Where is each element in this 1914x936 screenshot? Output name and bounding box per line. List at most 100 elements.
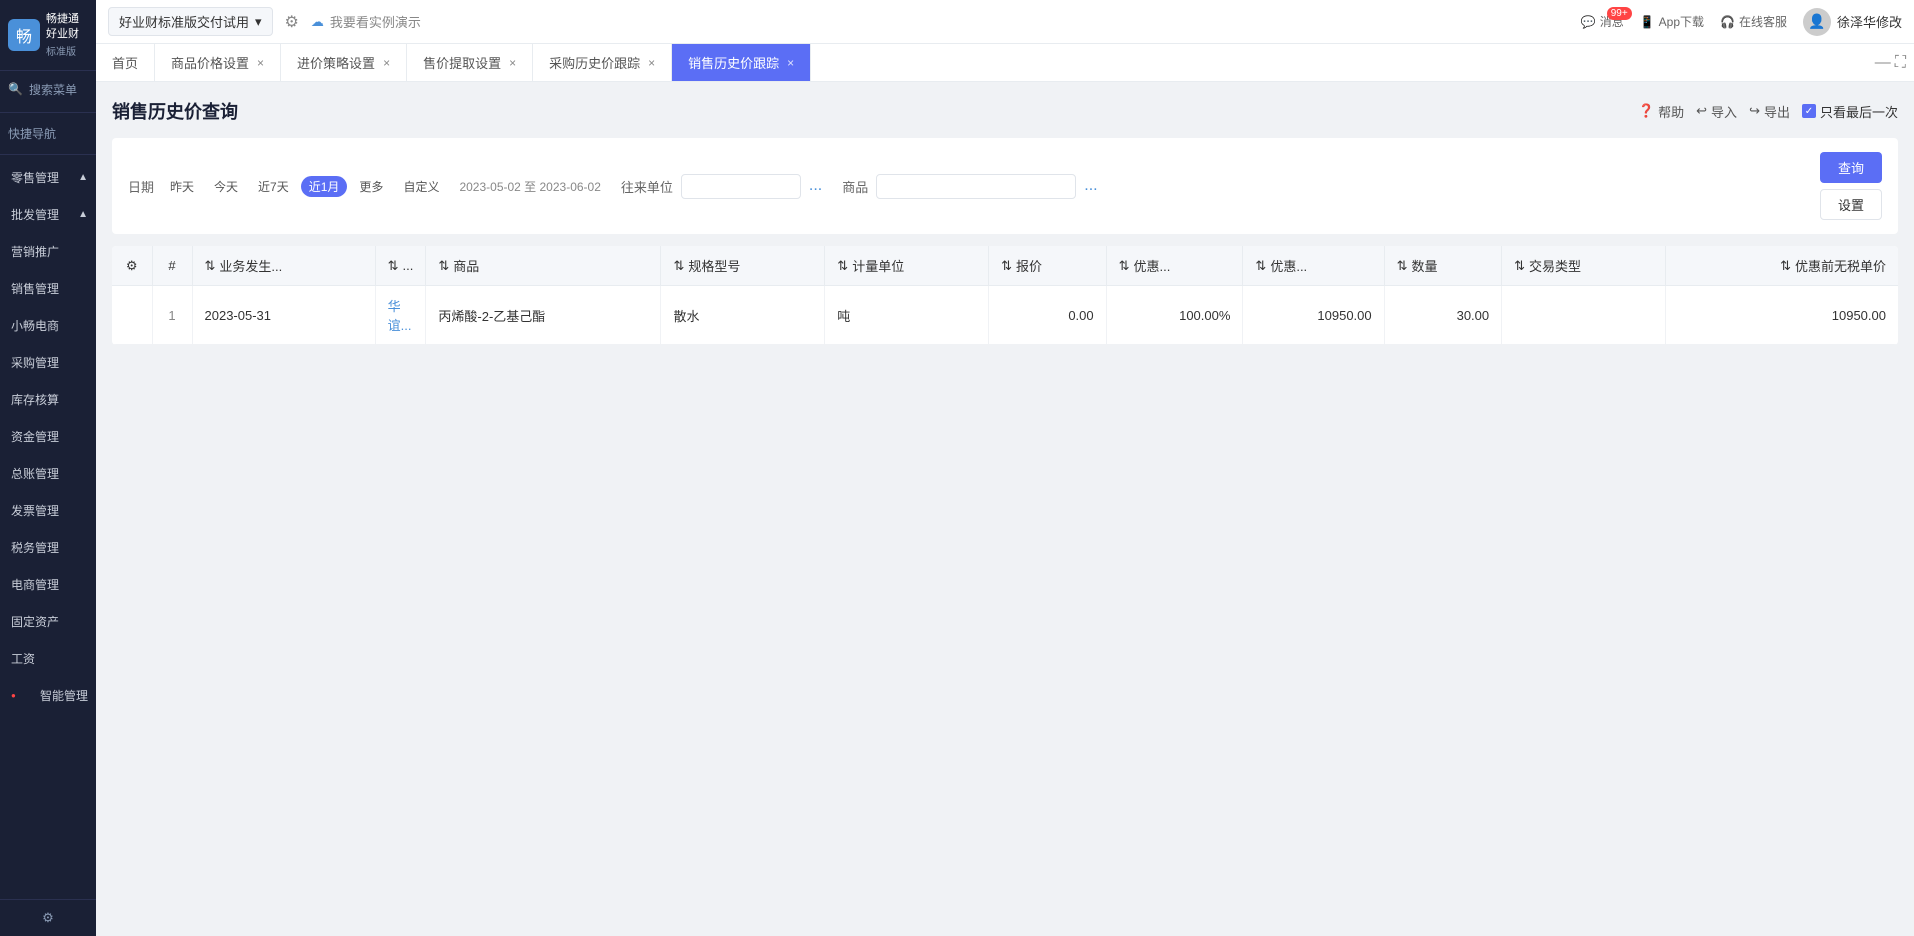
last-only-checkbox[interactable]: ✓ 只看最后一次 [1802,102,1898,121]
help-icon: ❓ [1638,103,1654,119]
sidebar-item-purchase[interactable]: 采购管理 [0,344,96,381]
col-price[interactable]: ⇅ 报价 [989,246,1107,286]
col-qty[interactable]: ⇅ 数量 [1384,246,1502,286]
sidebar-item-ecommerce-small[interactable]: 小畅电商 [0,307,96,344]
col-discount1-label: 优惠... [1134,256,1171,275]
demo-button[interactable]: ☁ 我要看实例演示 [311,12,421,31]
app-download-button[interactable]: 📱 App下载 [1640,13,1704,30]
col-dots[interactable]: ⇅ ... [375,246,426,286]
tab-price-extract[interactable]: 售价提取设置 × [407,44,533,82]
sidebar-item-label-invoice: 发票管理 [11,502,59,519]
row-num-cell: 1 [152,286,192,345]
export-button[interactable]: ↪ 导出 [1749,102,1790,121]
phone-icon: 📱 [1640,15,1655,29]
col-discount1-sort-icon: ⇅ [1119,258,1130,274]
row-bizdate-cell: 2023-05-31 [192,286,375,345]
sidebar-item-inventory[interactable]: 库存核算 [0,381,96,418]
chevron-retail-icon: ▲ [78,172,88,183]
col-unit[interactable]: ⇅ 计量单位 [825,246,989,286]
tab-price-close[interactable]: × [257,56,264,70]
tab-purchase-strategy-close[interactable]: × [383,56,390,70]
col-discount2[interactable]: ⇅ 优惠... [1243,246,1384,286]
tab-sales-history-close[interactable]: × [787,56,794,70]
col-qty-label: 数量 [1412,256,1438,275]
sidebar-item-label-tax: 税务管理 [11,539,59,556]
row-qty-cell: 30.00 [1384,286,1502,345]
col-gear[interactable]: ⚙ [112,246,152,286]
sidebar-item-marketing[interactable]: 营销推广 [0,233,96,270]
col-product[interactable]: ⇅ 商品 [426,246,661,286]
tab-sales-history-label: 销售历史价跟踪 [688,53,779,72]
sidebar-quicknav[interactable]: 快捷导航 [0,117,96,150]
help-button[interactable]: ❓ 帮助 [1638,102,1684,121]
sidebar-item-salary[interactable]: 工资 [0,640,96,677]
tab-sales-history[interactable]: 销售历史价跟踪 × [672,44,811,82]
tab-purchase-history-close[interactable]: × [648,56,655,70]
sidebar-item-ecommerce[interactable]: 电商管理 [0,566,96,603]
page-title: 销售历史价查询 [112,98,238,124]
query-button[interactable]: 查询 [1820,152,1882,183]
col-discount1[interactable]: ⇅ 优惠... [1106,246,1243,286]
date-opt-more[interactable]: 更多 [351,176,391,197]
sidebar-settings[interactable]: ⚙ [0,899,96,936]
sidebar-item-finance[interactable]: 资金管理 [0,418,96,455]
col-dots-sort-icon: ⇅ [388,258,399,274]
tab-purchase-strategy[interactable]: 进价策略设置 × [281,44,407,82]
table-header-row: ⚙ # ⇅ 业务发生... ⇅ ... [112,246,1898,286]
filter-settings-button[interactable]: 设置 [1820,189,1882,220]
tab-minimize-icon[interactable]: — [1875,54,1891,72]
date-opt-yesterday[interactable]: 昨天 [162,176,202,197]
partner-dots-button[interactable]: ... [809,177,822,195]
main-area: 好业财标准版交付试用 ▾ ⚙ ☁ 我要看实例演示 💬 消息 99+ 📱 App下… [96,0,1914,936]
settings-icon[interactable]: ⚙ [285,12,299,32]
message-button[interactable]: 💬 消息 99+ [1581,13,1624,30]
col-spec-sort-icon: ⇅ [673,258,684,274]
checkbox-icon: ✓ [1802,104,1816,118]
col-num: # [152,246,192,286]
sidebar-item-assets[interactable]: 固定资产 [0,603,96,640]
sidebar-item-invoice[interactable]: 发票管理 [0,492,96,529]
col-spec[interactable]: ⇅ 规格型号 [661,246,825,286]
avatar: 👤 [1803,8,1831,36]
tab-purchase-history[interactable]: 采购历史价跟踪 × [533,44,672,82]
sidebar-item-smart[interactable]: 智能管理 [0,677,96,714]
service-button[interactable]: 🎧 在线客服 [1720,13,1787,30]
col-discount2-sort-icon: ⇅ [1255,258,1266,274]
date-options: 昨天 今天 近7天 近1月 更多 自定义 [162,176,447,197]
help-label: 帮助 [1658,102,1684,121]
date-opt-today[interactable]: 今天 [206,176,246,197]
row-dots-cell: 华谊... [375,286,426,345]
export-label: 导出 [1764,102,1790,121]
tab-expand-icon[interactable]: ⛶ [1895,54,1906,72]
row-price-cell: 0.00 [989,286,1107,345]
date-opt-last7[interactable]: 近7天 [250,176,297,197]
date-opt-custom[interactable]: 自定义 [395,176,447,197]
col-pretax[interactable]: ⇅ 优惠前无税单价 [1665,246,1898,286]
sidebar-item-ledger[interactable]: 总账管理 [0,455,96,492]
product-dots-button[interactable]: ... [1084,177,1097,195]
sidebar-item-sales[interactable]: 销售管理 [0,270,96,307]
sidebar-item-wholesale[interactable]: 批发管理 ▲ [0,196,96,233]
col-product-label: 商品 [453,256,479,275]
sidebar-item-tax[interactable]: 税务管理 [0,529,96,566]
page-content: 销售历史价查询 ❓ 帮助 ↩ 导入 ↪ 导出 ✓ 只看最后一次 [96,82,1914,936]
tab-home[interactable]: 首页 [96,44,155,82]
sidebar-search[interactable]: 🔍 搜索菜单 [0,71,96,108]
partner-input[interactable] [681,174,801,199]
date-opt-last1m[interactable]: 近1月 [301,176,348,197]
tab-purchase-history-label: 采购历史价跟踪 [549,53,640,72]
user-menu[interactable]: 👤 徐泽华修改 [1803,8,1902,36]
col-txtype[interactable]: ⇅ 交易类型 [1502,246,1666,286]
edition-dropdown[interactable]: 好业财标准版交付试用 ▾ [108,7,273,36]
sidebar-item-label-smart: 智能管理 [40,687,88,704]
sidebar-item-label-ecommerce: 电商管理 [11,576,59,593]
tab-price[interactable]: 商品价格设置 × [155,44,281,82]
tab-price-extract-close[interactable]: × [509,56,516,70]
col-bizdate[interactable]: ⇅ 业务发生... [192,246,375,286]
import-button[interactable]: ↩ 导入 [1696,102,1737,121]
sidebar-item-retail[interactable]: 零售管理 ▲ [0,159,96,196]
sidebar-item-label-assets: 固定资产 [11,613,59,630]
col-txtype-label: 交易类型 [1529,256,1581,275]
col-qty-sort-icon: ⇅ [1397,258,1408,274]
product-input[interactable] [876,174,1076,199]
